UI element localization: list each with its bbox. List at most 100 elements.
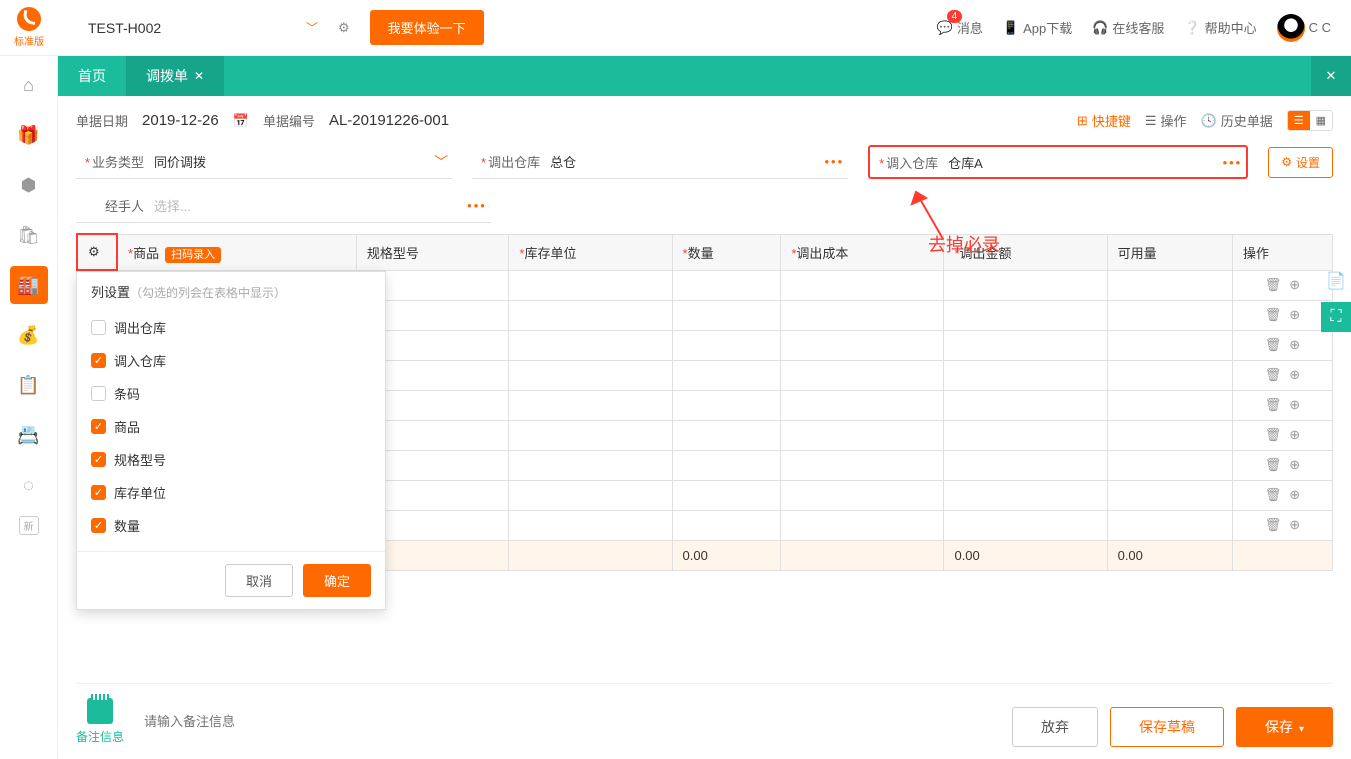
col-out-amount: *调出金额 <box>944 234 1107 270</box>
gear-icon: ⚙ <box>88 244 100 259</box>
handler-field[interactable]: 经手人 选择... ••• <box>76 189 491 223</box>
trial-button[interactable]: 我要体验一下 <box>370 10 484 45</box>
view-grid-icon[interactable]: ▦ <box>1310 111 1332 130</box>
gear-icon[interactable]: ⚙ <box>338 20 350 36</box>
sidebar-cart[interactable]: 🛍 <box>10 216 48 254</box>
col-spec: 规格型号 <box>356 234 509 270</box>
column-option[interactable]: ✓商品 <box>91 410 371 443</box>
copy-icon[interactable]: ⊕ <box>1289 397 1300 412</box>
history-link[interactable]: 🕓历史单据 <box>1201 111 1273 130</box>
cancel-button[interactable]: 取消 <box>225 564 293 597</box>
sidebar-contacts[interactable]: 📇 <box>10 416 48 454</box>
chevron-down-icon: ▾ <box>1299 724 1304 735</box>
delete-icon[interactable]: 🗑 <box>1265 487 1282 502</box>
help-icon: ❔ <box>1184 20 1200 36</box>
copy-icon[interactable]: ⊕ <box>1289 277 1300 292</box>
fullscreen-tool[interactable]: ⛶ <box>1321 302 1351 332</box>
footer-actions: 放弃 保存草稿 保存▾ <box>1012 707 1333 747</box>
column-settings-button[interactable]: ⚙ <box>77 234 117 270</box>
help-center-link[interactable]: ❔ 帮助中心 <box>1184 18 1256 37</box>
logo-icon <box>17 7 41 31</box>
date-value[interactable]: 2019-12-26 <box>142 112 219 129</box>
column-option[interactable]: 单位2 <box>91 542 371 551</box>
view-toggle[interactable]: ☰ ▦ <box>1287 110 1333 131</box>
tab-home[interactable]: 首页 <box>58 56 126 96</box>
sidebar-more[interactable]: ◌ <box>10 466 48 504</box>
checkbox-checked-icon[interactable]: ✓ <box>91 452 106 467</box>
delete-icon[interactable]: 🗑 <box>1265 397 1282 412</box>
tab-transfer-order[interactable]: 调拨单 ✕ <box>126 56 224 96</box>
table-wrap: ⚙ *商品扫码录入 规格型号 *库存单位 *数量 *调出成本 *调出金额 可用量… <box>76 233 1333 669</box>
notes-tool[interactable]: 📄 <box>1321 266 1351 296</box>
column-option[interactable]: ✓调入仓库 <box>91 344 371 377</box>
confirm-button[interactable]: 确定 <box>303 564 371 597</box>
column-option[interactable]: ✓规格型号 <box>91 443 371 476</box>
checkbox-icon[interactable] <box>91 320 106 335</box>
copy-icon[interactable]: ⊕ <box>1289 517 1300 532</box>
col-unit: *库存单位 <box>509 234 672 270</box>
shop-selector[interactable]: TEST-H002 ﹀ <box>78 12 328 44</box>
sidebar-new[interactable]: 新 <box>19 516 39 535</box>
tabs-close-all[interactable]: ✕ <box>1311 56 1351 96</box>
sidebar-home[interactable]: ⌂ <box>10 66 48 104</box>
number-label: 单据编号 <box>263 111 315 130</box>
checkbox-checked-icon[interactable]: ✓ <box>91 419 106 434</box>
delete-icon[interactable]: 🗑 <box>1265 337 1282 352</box>
sidebar-report[interactable]: 📋 <box>10 366 48 404</box>
list-icon: ☰ <box>1145 113 1157 129</box>
copy-icon[interactable]: ⊕ <box>1289 457 1300 472</box>
messages-link[interactable]: 💬 消息 4 <box>937 18 983 37</box>
delete-icon[interactable]: 🗑 <box>1265 457 1282 472</box>
view-list-icon[interactable]: ☰ <box>1288 111 1310 130</box>
sidebar: ⌂ 🎁 ⬢ 🛍 🏭 💰 📋 📇 ◌ 新 <box>0 56 58 759</box>
sidebar-shop[interactable]: ⬢ <box>10 166 48 204</box>
delete-icon[interactable]: 🗑 <box>1265 307 1282 322</box>
checkbox-checked-icon[interactable]: ✓ <box>91 485 106 500</box>
user-menu[interactable]: C C <box>1277 14 1331 42</box>
copy-icon[interactable]: ⊕ <box>1289 367 1300 382</box>
biz-type-field[interactable]: *业务类型 同价调拨 ﹀ <box>76 145 452 179</box>
sidebar-gift[interactable]: 🎁 <box>10 116 48 154</box>
delete-icon[interactable]: 🗑 <box>1265 277 1282 292</box>
delete-icon[interactable]: 🗑 <box>1265 367 1282 382</box>
column-list[interactable]: 调出仓库✓调入仓库条码✓商品✓规格型号✓库存单位✓数量单位2 <box>77 311 385 551</box>
copy-icon[interactable]: ⊕ <box>1289 307 1300 322</box>
number-value: AL-20191226-001 <box>329 112 449 129</box>
column-option[interactable]: 调出仓库 <box>91 311 371 344</box>
in-warehouse-field[interactable]: *调入仓库 仓库A ••• <box>868 145 1248 179</box>
discard-button[interactable]: 放弃 <box>1012 707 1098 747</box>
more-icon[interactable]: ••• <box>467 198 487 213</box>
delete-icon[interactable]: 🗑 <box>1265 517 1282 532</box>
column-option[interactable]: 条码 <box>91 377 371 410</box>
online-service-link[interactable]: 🎧 在线客服 <box>1092 18 1164 37</box>
sidebar-warehouse[interactable]: 🏭 <box>10 266 48 304</box>
operate-link[interactable]: ☰操作 <box>1145 111 1187 130</box>
close-icon[interactable]: ✕ <box>194 69 204 83</box>
headset-icon: 🎧 <box>1092 20 1108 36</box>
checkbox-checked-icon[interactable]: ✓ <box>91 353 106 368</box>
column-option[interactable]: ✓库存单位 <box>91 476 371 509</box>
checkbox-icon[interactable] <box>91 386 106 401</box>
calendar-icon[interactable]: 📅 <box>233 113 249 129</box>
save-draft-button[interactable]: 保存草稿 <box>1110 707 1224 747</box>
date-label: 单据日期 <box>76 111 128 130</box>
more-icon[interactable]: ••• <box>825 154 845 169</box>
delete-icon[interactable]: 🗑 <box>1265 427 1282 442</box>
remark-label: 备注信息 <box>76 698 124 745</box>
scan-badge[interactable]: 扫码录入 <box>165 247 221 263</box>
copy-icon[interactable]: ⊕ <box>1289 337 1300 352</box>
chevron-down-icon[interactable]: ﹀ <box>434 152 448 172</box>
app-download-link[interactable]: 📱 App下载 <box>1003 18 1072 37</box>
column-option[interactable]: ✓数量 <box>91 509 371 542</box>
copy-icon[interactable]: ⊕ <box>1289 427 1300 442</box>
keyboard-icon: ⊞ <box>1077 113 1088 129</box>
out-warehouse-field[interactable]: *调出仓库 总仓 ••• <box>472 145 848 179</box>
more-icon[interactable]: ••• <box>1223 155 1243 170</box>
save-button[interactable]: 保存▾ <box>1236 707 1333 747</box>
settings-button[interactable]: ⚙ 设置 <box>1268 147 1333 178</box>
app-logo: 标准版 <box>0 7 58 48</box>
sidebar-finance[interactable]: 💰 <box>10 316 48 354</box>
copy-icon[interactable]: ⊕ <box>1289 487 1300 502</box>
checkbox-checked-icon[interactable]: ✓ <box>91 518 106 533</box>
shortcut-link[interactable]: ⊞快捷键 <box>1077 111 1131 130</box>
